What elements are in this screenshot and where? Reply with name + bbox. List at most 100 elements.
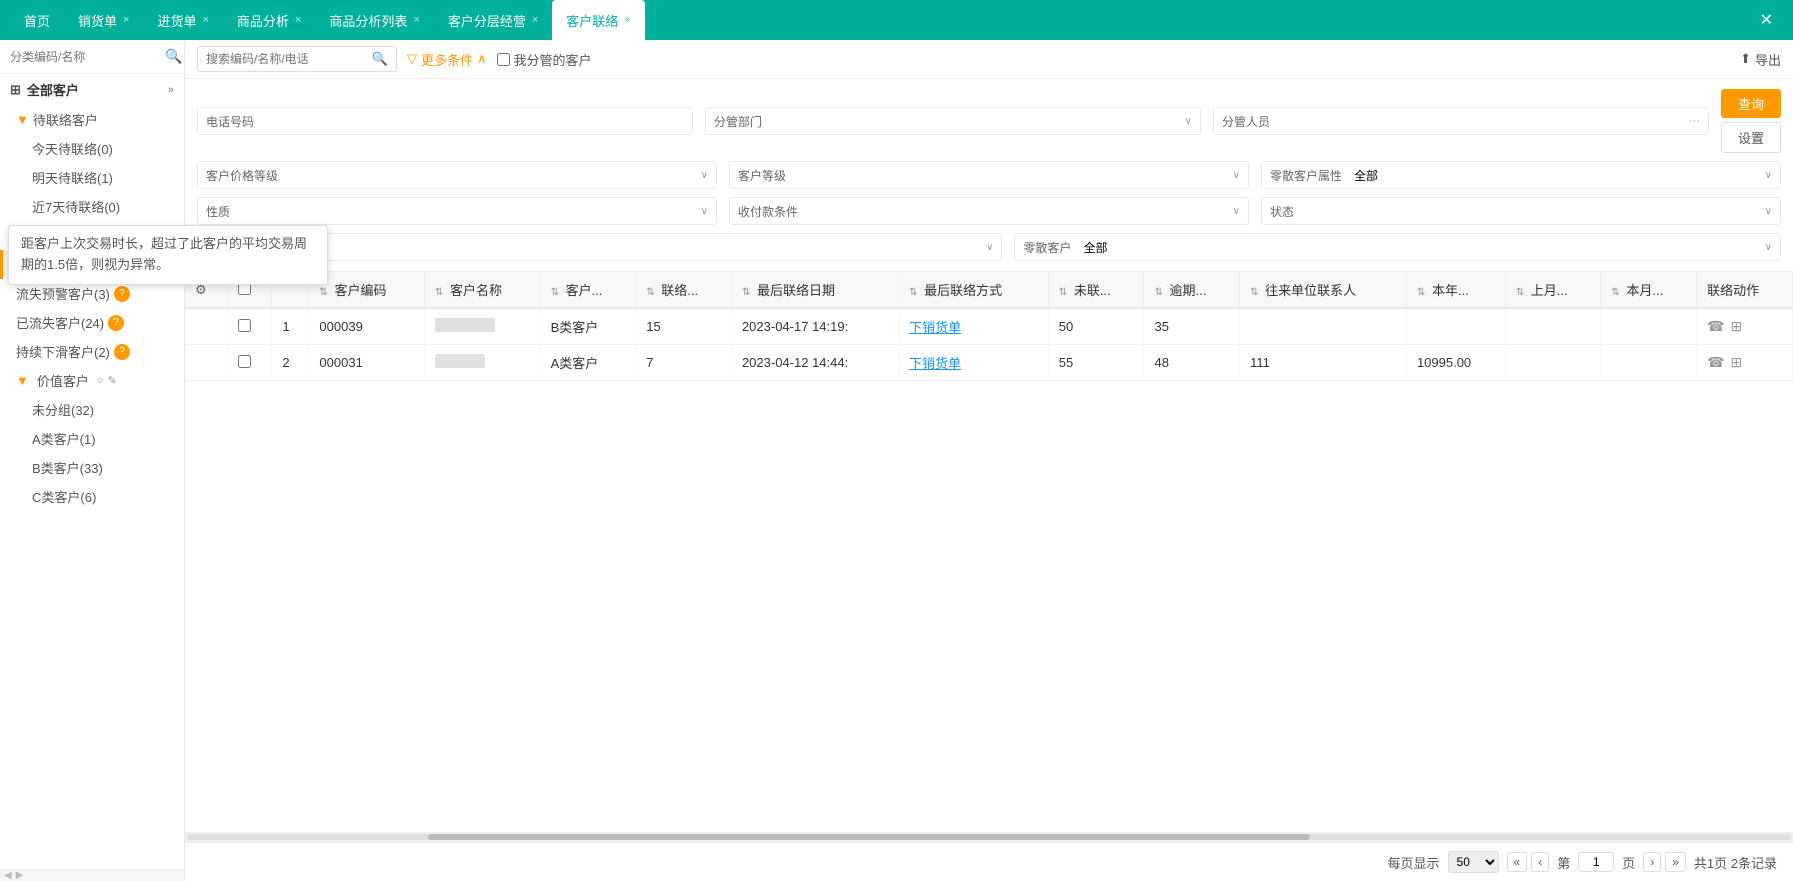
value-edit-icon[interactable]: ○ [97, 375, 104, 387]
td-checkbox-1[interactable] [227, 308, 272, 345]
first-page-button[interactable]: « [1507, 852, 1528, 872]
continuous-down-badge: ? [114, 344, 130, 360]
contact-icon-2[interactable]: ☎ [1707, 354, 1724, 371]
th-name[interactable]: ⇅ 客户名称 [425, 272, 541, 308]
page-input[interactable] [1578, 852, 1614, 872]
prev-page-button[interactable]: ‹ [1531, 852, 1549, 872]
advanced-filter-panel: 电话号码 分管部门 ∨ 分管人员 ··· 查询 设置 客户价格等级 [185, 79, 1793, 272]
filter-search-icon[interactable]: 🔍 [372, 51, 388, 67]
method-sort-icon: ⇅ [909, 287, 917, 298]
table-row: 2 000031 A类客户 7 2023-04-12 14:44: 下销货单 5… [185, 345, 1793, 381]
sidebar-item-continuous-down[interactable]: 持续下滑客户(2) ? [0, 337, 184, 366]
sidebar-all-customers[interactable]: ⊞ 全部客户 » [0, 74, 184, 105]
td-overdue-2: 48 [1144, 345, 1240, 381]
close-analysis-icon[interactable]: × [295, 14, 301, 26]
next-page-button[interactable]: › [1643, 852, 1661, 872]
td-this-year-1 [1406, 308, 1505, 345]
filter-search-box: 🔍 [197, 46, 397, 72]
last-page-button[interactable]: » [1665, 852, 1686, 872]
th-last-contact-method[interactable]: ⇅ 最后联络方式 [899, 272, 1049, 308]
th-contact[interactable]: ⇅ 联络... [636, 272, 732, 308]
nav-home[interactable]: 首页 [10, 0, 64, 40]
value-customers-title[interactable]: ▼ 价值客户 ○ ✎ [6, 366, 184, 395]
row2-checkbox[interactable] [238, 355, 251, 368]
td-code-1: 000039 [309, 308, 425, 345]
window-close-button[interactable]: ✕ [1750, 10, 1783, 30]
filter-search-input[interactable] [206, 52, 372, 66]
division-person-dots-icon[interactable]: ··· [1689, 115, 1700, 127]
my-customers-checkbox[interactable] [497, 53, 510, 66]
th-last-month[interactable]: ⇅ 上月... [1505, 272, 1601, 308]
nav-analysis-list[interactable]: 商品分析列表 × [315, 0, 433, 40]
top-nav: 首页 销货单 × 进货单 × 商品分析 × 商品分析列表 × 客户分层经营 × … [0, 0, 1793, 40]
row1-checkbox[interactable] [238, 319, 251, 332]
td-this-month-2 [1601, 345, 1697, 381]
filter-division-dept[interactable]: 分管部门 ∨ [705, 107, 1201, 135]
th-this-year[interactable]: ⇅ 本年... [1406, 272, 1505, 308]
filter-phone[interactable]: 电话号码 [197, 107, 693, 135]
td-checkbox-2[interactable] [227, 345, 272, 381]
value-settings-icon[interactable]: ✎ [108, 374, 117, 387]
th-no-contact[interactable]: ⇅ 未联... [1048, 272, 1144, 308]
th-category[interactable]: ⇅ 客户... [540, 272, 636, 308]
table-row: 1 000039 B类客户 15 2023-04-17 14:19: 下销货单 … [185, 308, 1793, 345]
filter-customer-tier[interactable]: 客户等级 ∨ [729, 161, 1249, 189]
close-purchase-icon[interactable]: × [202, 14, 208, 26]
close-customer-contact-icon[interactable]: × [624, 14, 630, 26]
query-button[interactable]: 查询 [1721, 89, 1781, 118]
contact-method-link-1[interactable]: 下销货单 [909, 320, 961, 335]
close-analysis-list-icon[interactable]: × [413, 14, 419, 26]
sidebar-item-already-lost[interactable]: 已流失客户(24) ? [0, 308, 184, 337]
sidebar-scroll-left-icon[interactable]: ◀ [4, 870, 12, 881]
horizontal-scrollbar[interactable] [185, 832, 1793, 842]
sidebar-collapse-icon[interactable]: » [168, 84, 174, 96]
filter-retail-customer[interactable]: 零散客户 全部 ∨ [1014, 233, 1781, 261]
filter-more-button[interactable]: ▽ 更多条件 ∧ [407, 50, 487, 69]
filter-price-tier[interactable]: 客户价格等级 ∨ [197, 161, 717, 189]
pending-contact-title[interactable]: ▼ 待联络客户 [6, 105, 184, 134]
setting-button[interactable]: 设置 [1721, 122, 1781, 153]
sidebar-item-b-class[interactable]: B类客户(33) [6, 453, 184, 482]
sidebar-item-unclassified[interactable]: 未分组(32) [6, 395, 184, 424]
nav-customer-tier[interactable]: 客户分层经营 × [434, 0, 552, 40]
nav-purchase[interactable]: 进货单 × [143, 0, 222, 40]
filter-payment[interactable]: 收付款条件 ∨ [729, 197, 1249, 225]
no-contact-sort-icon: ⇅ [1059, 287, 1067, 298]
filter-retail-attr[interactable]: 零散客户属性 全部 ∨ [1261, 161, 1781, 189]
export-button[interactable]: ⬆ 导出 [1740, 50, 1781, 69]
filter-status[interactable]: 状态 ∨ [1261, 197, 1781, 225]
th-unit-contact[interactable]: ⇅ 往来单位联系人 [1240, 272, 1407, 308]
th-last-contact-date[interactable]: ⇅ 最后联络日期 [731, 272, 898, 308]
td-last-contact-date-2: 2023-04-12 14:44: [731, 345, 898, 381]
contact-icon-1[interactable]: ☎ [1707, 318, 1724, 335]
sidebar-item-a-class[interactable]: A类客户(1) [6, 424, 184, 453]
sidebar-item-today[interactable]: 今天待联络(0) [6, 134, 184, 163]
th-this-month[interactable]: ⇅ 本月... [1601, 272, 1697, 308]
td-action-2: ☎ ⊞ [1697, 345, 1793, 381]
td-unit-contact-1 [1240, 308, 1407, 345]
contact-sort-icon: ⇅ [646, 287, 654, 298]
sidebar-item-tomorrow[interactable]: 明天待联络(1) [6, 163, 184, 192]
close-sales-icon[interactable]: × [123, 14, 129, 26]
contact-method-link-2[interactable]: 下销货单 [909, 356, 961, 371]
td-last-contact-method-1[interactable]: 下销货单 [899, 308, 1049, 345]
filter-division-person[interactable]: 分管人员 ··· [1213, 107, 1709, 135]
sidebar-item-7days[interactable]: 近7天待联络(0) [6, 192, 184, 221]
sidebar-search-input[interactable] [10, 50, 165, 64]
nav-customer-contact[interactable]: 客户联络 × [552, 0, 644, 40]
th-overdue[interactable]: ⇅ 逾期... [1144, 272, 1240, 308]
page-size-select[interactable]: 50 100 200 [1448, 851, 1499, 873]
sidebar-scroll-right-icon[interactable]: ▶ [16, 870, 24, 881]
td-no-1: 1 [272, 308, 309, 345]
scrollbar-thumb[interactable] [428, 834, 1310, 840]
more-icon-1[interactable]: ⊞ [1731, 318, 1743, 335]
more-icon-2[interactable]: ⊞ [1731, 354, 1743, 371]
sidebar-item-c-class[interactable]: C类客户(6) [6, 482, 184, 511]
filter-customer-type[interactable]: 客户类型 ∨ [236, 233, 1003, 261]
td-last-contact-method-2[interactable]: 下销货单 [899, 345, 1049, 381]
filter-nature[interactable]: 性质 ∨ [197, 197, 717, 225]
nav-analysis[interactable]: 商品分析 × [223, 0, 315, 40]
close-customer-tier-icon[interactable]: × [532, 14, 538, 26]
nav-sales[interactable]: 销货单 × [64, 0, 143, 40]
sidebar-search-icon[interactable]: 🔍 [165, 48, 182, 65]
